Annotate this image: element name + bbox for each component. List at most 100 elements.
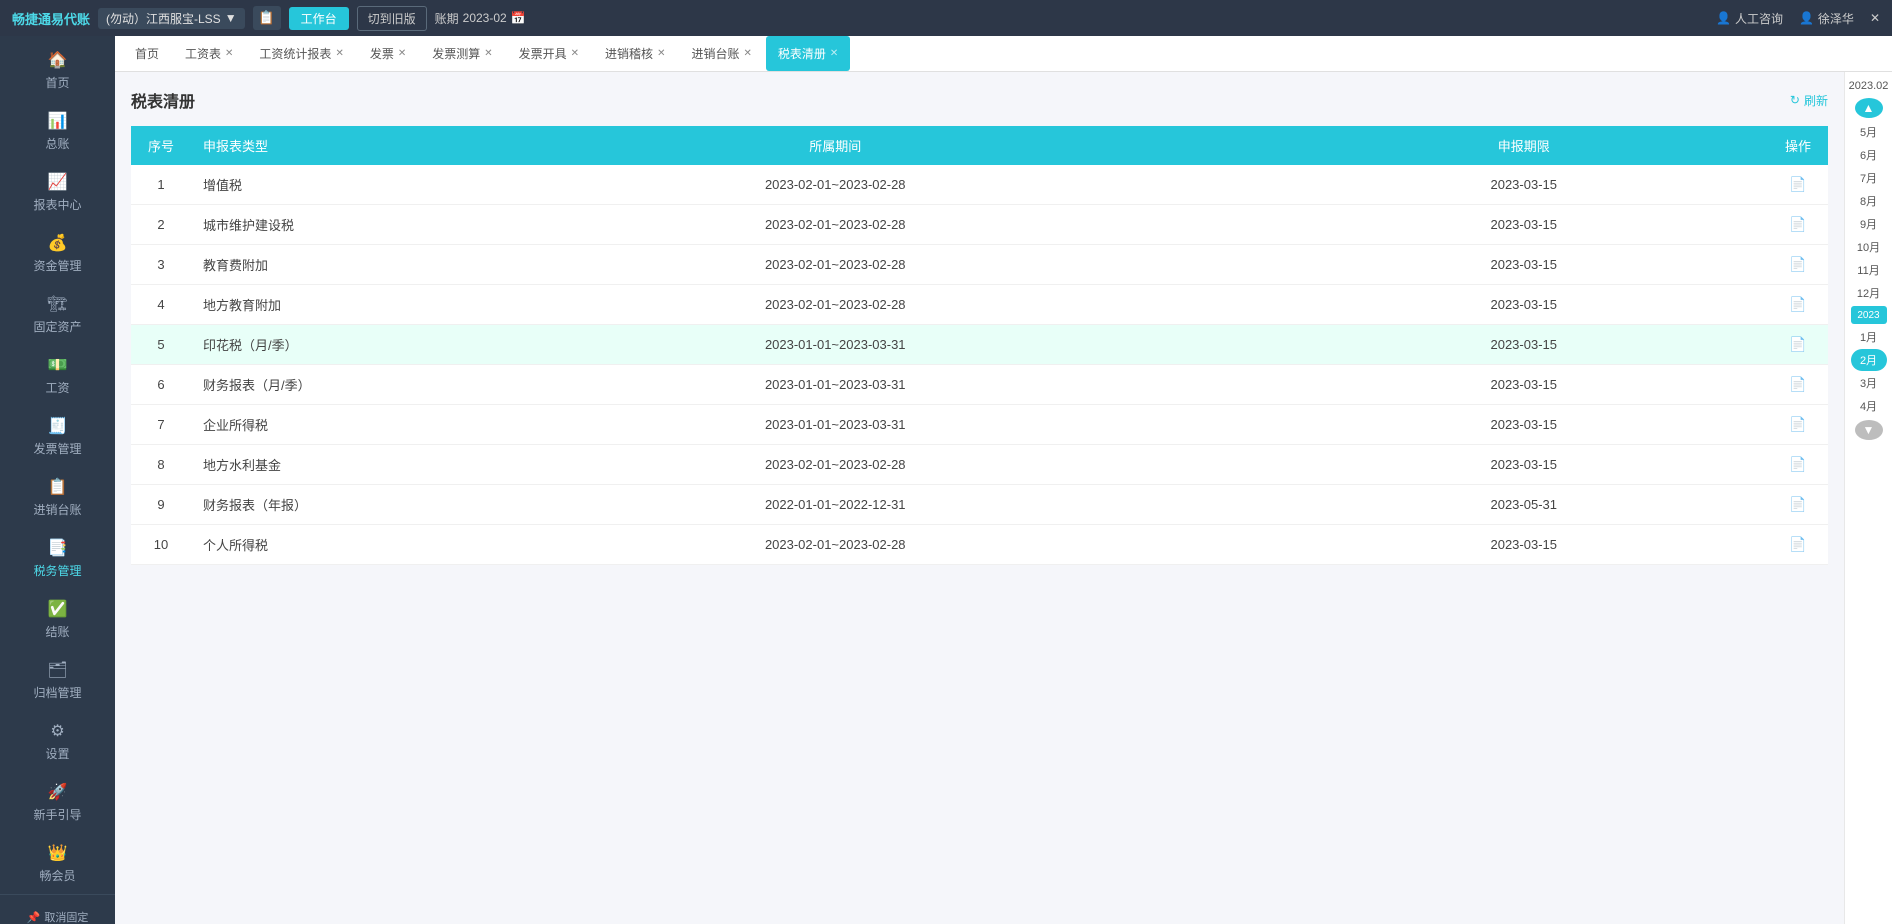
- action-icon[interactable]: 📄: [1789, 376, 1806, 392]
- tab-purchase-ledger-close[interactable]: ✕: [743, 48, 751, 59]
- cell-type: 企业所得税: [191, 405, 391, 445]
- timeline-month[interactable]: 1月: [1851, 326, 1887, 348]
- switch-old-version-button[interactable]: 切到旧版: [357, 6, 427, 31]
- tab-invoice[interactable]: 发票 ✕: [358, 36, 418, 71]
- sidebar-item-settlement[interactable]: ✅ 结账: [0, 589, 115, 650]
- cell-action[interactable]: 📄: [1768, 365, 1828, 405]
- timeline-header: 2023.02: [1847, 76, 1891, 96]
- sidebar-item-ledger[interactable]: 📊 总账: [0, 101, 115, 162]
- main-layout: 🏠 首页 📊 总账 📈 报表中心 💰 资金管理 🏗 固定资产 💵 工资 🧾 发票…: [0, 36, 1892, 924]
- table-row: 5 印花税（月/季） 2023-01-01~2023-03-31 2023-03…: [131, 325, 1828, 365]
- sidebar-item-vip[interactable]: 👑 畅会员: [0, 833, 115, 894]
- sidebar-item-label: 首页: [45, 74, 69, 91]
- cell-action[interactable]: 📄: [1768, 325, 1828, 365]
- sidebar-item-fixed-asset[interactable]: 🏗 固定资产: [0, 284, 115, 345]
- timeline-month[interactable]: 4月: [1851, 395, 1887, 417]
- unpin-button[interactable]: 📌 取消固定: [0, 903, 115, 924]
- action-icon[interactable]: 📄: [1789, 496, 1806, 512]
- tab-home[interactable]: 首页: [123, 36, 171, 71]
- timeline-month[interactable]: 2月: [1851, 349, 1887, 371]
- cell-action[interactable]: 📄: [1768, 205, 1828, 245]
- settings-icon: ⚙: [50, 721, 64, 741]
- timeline-month[interactable]: 10月: [1851, 236, 1887, 258]
- action-icon[interactable]: 📄: [1789, 176, 1806, 192]
- tab-payroll-report[interactable]: 工资统计报表 ✕: [247, 36, 355, 71]
- cell-deadline: 2023-03-15: [1279, 445, 1768, 485]
- period-display: 账期 2023-02 📅: [435, 10, 526, 27]
- tab-invoice-calc-close[interactable]: ✕: [484, 48, 492, 59]
- report-icon: 📈: [48, 172, 68, 192]
- timeline-month[interactable]: 12月: [1851, 282, 1887, 304]
- tab-tax-list-close[interactable]: ✕: [830, 48, 838, 59]
- tab-invoice-open[interactable]: 发票开具 ✕: [507, 36, 591, 71]
- tab-purchase-ledger[interactable]: 进销台账 ✕: [679, 36, 763, 71]
- sidebar-item-guide[interactable]: 🚀 新手引导: [0, 772, 115, 833]
- sidebar-item-label: 总账: [45, 135, 69, 152]
- tab-invoice-calc[interactable]: 发票测算 ✕: [420, 36, 504, 71]
- action-icon[interactable]: 📄: [1789, 336, 1806, 352]
- timeline-month[interactable]: 7月: [1851, 167, 1887, 189]
- archive-icon: 🗂: [47, 660, 67, 680]
- sidebar-item-fund[interactable]: 💰 资金管理: [0, 223, 115, 284]
- sidebar-item-label: 归档管理: [33, 684, 81, 701]
- home-icon: 🏠: [48, 50, 68, 70]
- table-row: 10 个人所得税 2023-02-01~2023-02-28 2023-03-1…: [131, 525, 1828, 565]
- action-icon[interactable]: 📄: [1789, 296, 1806, 312]
- cell-type: 财务报表（月/季）: [191, 365, 391, 405]
- cell-action[interactable]: 📄: [1768, 485, 1828, 525]
- sidebar-item-payroll[interactable]: 💵 工资: [0, 345, 115, 406]
- timeline-month[interactable]: 11月: [1851, 259, 1887, 281]
- timeline-year-2023: 2023: [1851, 306, 1887, 324]
- consultant-btn[interactable]: 👤 人工咨询: [1716, 10, 1783, 27]
- sidebar-bottom: 📌 取消固定: [0, 894, 115, 924]
- cell-action[interactable]: 📄: [1768, 245, 1828, 285]
- tab-purchase-review[interactable]: 进销稽核 ✕: [593, 36, 677, 71]
- tab-payroll-close[interactable]: ✕: [225, 48, 233, 59]
- action-icon[interactable]: 📄: [1789, 216, 1806, 232]
- user-menu[interactable]: 👤 徐泽华: [1799, 10, 1854, 27]
- tab-invoice-close[interactable]: ✕: [398, 48, 406, 59]
- timeline-month[interactable]: 9月: [1851, 213, 1887, 235]
- sidebar-item-home[interactable]: 🏠 首页: [0, 40, 115, 101]
- tab-payroll[interactable]: 工资表 ✕: [173, 36, 245, 71]
- timeline-down-button[interactable]: ▼: [1855, 420, 1883, 440]
- cell-action[interactable]: 📄: [1768, 405, 1828, 445]
- cell-seq: 5: [131, 325, 191, 365]
- tab-tax-list[interactable]: 税表清册 ✕: [766, 36, 850, 71]
- sidebar-item-tax[interactable]: 📑 税务管理: [0, 528, 115, 589]
- cell-action[interactable]: 📄: [1768, 445, 1828, 485]
- sidebar-item-report[interactable]: 📈 报表中心: [0, 162, 115, 223]
- timeline-month[interactable]: 6月: [1851, 144, 1887, 166]
- sidebar-item-settings[interactable]: ⚙ 设置: [0, 711, 115, 772]
- cell-type: 印花税（月/季）: [191, 325, 391, 365]
- company-selector[interactable]: (勿动）江西服宝-LSS ▼: [98, 8, 245, 29]
- cell-deadline: 2023-03-15: [1279, 245, 1768, 285]
- tab-purchase-review-close[interactable]: ✕: [657, 48, 665, 59]
- action-icon[interactable]: 📄: [1789, 456, 1806, 472]
- timeline-month[interactable]: 5月: [1851, 121, 1887, 143]
- sidebar-item-archive[interactable]: 🗂 归档管理: [0, 650, 115, 711]
- timeline-up-button[interactable]: ▲: [1855, 98, 1883, 118]
- cell-action[interactable]: 📄: [1768, 525, 1828, 565]
- sidebar-item-label: 畅会员: [39, 867, 75, 884]
- tab-invoice-open-close[interactable]: ✕: [571, 48, 579, 59]
- action-icon[interactable]: 📄: [1789, 416, 1806, 432]
- sidebar-item-label: 结账: [45, 623, 69, 640]
- action-icon[interactable]: 📄: [1789, 536, 1806, 552]
- payroll-icon: 💵: [48, 355, 68, 375]
- cell-type: 地方教育附加: [191, 285, 391, 325]
- company-icon-btn[interactable]: 📋: [253, 6, 281, 30]
- close-btn[interactable]: ✕: [1870, 11, 1880, 25]
- timeline-month[interactable]: 8月: [1851, 190, 1887, 212]
- cell-deadline: 2023-03-15: [1279, 205, 1768, 245]
- cell-action[interactable]: 📄: [1768, 165, 1828, 205]
- workspace-button[interactable]: 工作台: [289, 7, 349, 30]
- refresh-button[interactable]: ↻ 刷新: [1790, 92, 1828, 109]
- sidebar-item-purchase[interactable]: 📋 进销台账: [0, 467, 115, 528]
- cell-period: 2023-02-01~2023-02-28: [391, 165, 1279, 205]
- action-icon[interactable]: 📄: [1789, 256, 1806, 272]
- timeline-month[interactable]: 3月: [1851, 372, 1887, 394]
- sidebar-item-invoice[interactable]: 🧾 发票管理: [0, 406, 115, 467]
- cell-action[interactable]: 📄: [1768, 285, 1828, 325]
- tab-payroll-report-close[interactable]: ✕: [335, 48, 343, 59]
